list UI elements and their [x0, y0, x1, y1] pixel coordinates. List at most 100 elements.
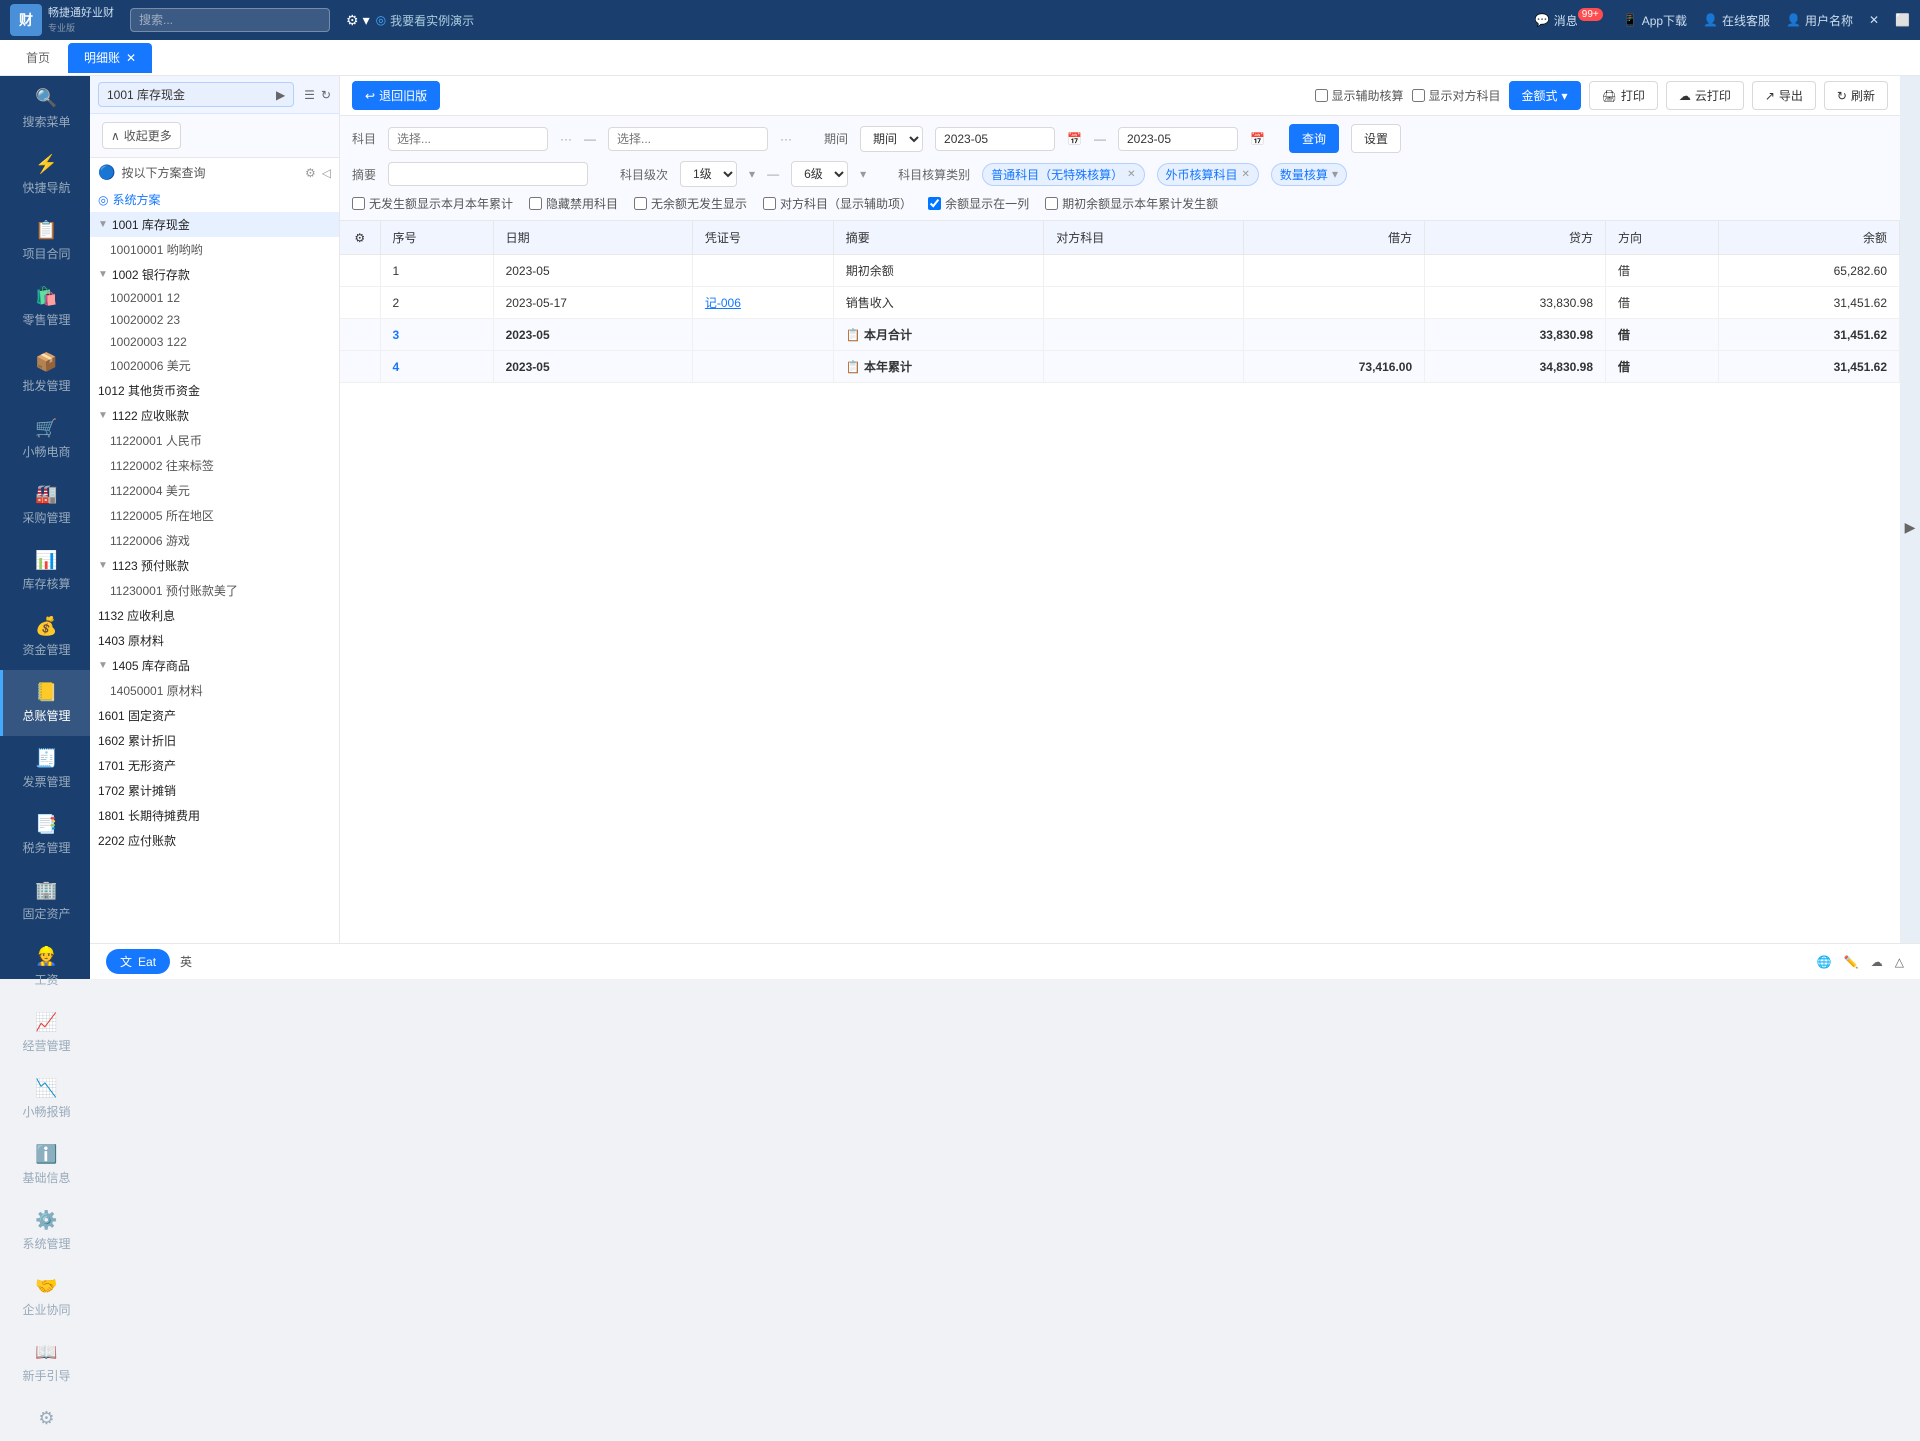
calc-tag-1-close[interactable]: ✕	[1127, 169, 1135, 180]
tree-item-1132[interactable]: 1132 应收利息	[90, 603, 339, 628]
tree-item-1602[interactable]: 1602 累计折旧	[90, 728, 339, 753]
period-start-input[interactable]: 2023-05	[935, 127, 1055, 151]
cloud-print-button[interactable]: ☁ 云打印	[1666, 81, 1744, 110]
period-calendar-2[interactable]: 📅	[1250, 132, 1265, 146]
tree-item-10020002[interactable]: 10020002 23	[90, 309, 339, 331]
tree-item-11220006[interactable]: 11220006 游戏	[90, 528, 339, 553]
bottom-edit-icon[interactable]: ✏️	[1844, 955, 1859, 969]
sidebar-item-wholesale[interactable]: 📦 批发管理	[0, 340, 90, 406]
user-avatar[interactable]: 👤 用户名称	[1786, 12, 1853, 29]
tree-icon-refresh[interactable]: ↻	[321, 88, 331, 102]
tree-item-1012[interactable]: 1012 其他货币资金	[90, 378, 339, 403]
voucher-link-2[interactable]: 记-006	[705, 296, 741, 310]
tree-item-1123[interactable]: ▼ 1123 预付账款	[90, 553, 339, 578]
tree-item-14050001[interactable]: 14050001 原材料	[90, 678, 339, 703]
bottom-btn-active[interactable]: 文 Eat	[106, 949, 170, 974]
close-button[interactable]: ✕	[1869, 13, 1879, 27]
calc-tag-3[interactable]: 数量核算 ▾	[1271, 163, 1347, 186]
sidebar-item-system[interactable]: ⚙️ 系统管理	[0, 1198, 90, 1264]
sidebar-item-funds[interactable]: 💰 资金管理	[0, 604, 90, 670]
export-button[interactable]: ↗ 导出	[1752, 81, 1816, 110]
sidebar-item-guide[interactable]: 📖 新手引导	[0, 1330, 90, 1396]
show-opposite-checkbox[interactable]: 显示对方科目	[1412, 87, 1501, 104]
period-type-select[interactable]: 期间	[860, 126, 923, 152]
sidebar-item-ledger[interactable]: 📒 总账管理	[0, 670, 90, 736]
sidebar-item-ecommerce[interactable]: 🛒 小畅电商	[0, 406, 90, 472]
bottom-triangle-icon[interactable]: △	[1895, 955, 1904, 969]
sidebar-item-inventory[interactable]: 📊 库存核算	[0, 538, 90, 604]
checkbox-opposite[interactable]: 对方科目（显示辅助项）	[763, 195, 912, 212]
top-search-input[interactable]	[130, 8, 330, 32]
nav-icon-settings[interactable]: ⚙	[346, 12, 359, 29]
sidebar-item-purchase[interactable]: 🏭 采购管理	[0, 472, 90, 538]
show-helper-input[interactable]	[1315, 89, 1328, 102]
calc-tag-1[interactable]: 普通科目（无特殊核算） ✕	[982, 163, 1144, 186]
period-calendar-1[interactable]: 📅	[1067, 132, 1082, 146]
tree-item-11220004[interactable]: 11220004 美元	[90, 478, 339, 503]
online-service-button[interactable]: 👤 在线客服	[1703, 12, 1770, 29]
sidebar-item-invoice[interactable]: 🧾 发票管理	[0, 736, 90, 802]
tree-item-1701[interactable]: 1701 无形资产	[90, 753, 339, 778]
tree-item-2202[interactable]: 2202 应付账款	[90, 828, 339, 853]
sidebar-item-expense[interactable]: 📉 小畅报销	[0, 1066, 90, 1132]
checkbox-opening-balance-input[interactable]	[1045, 197, 1058, 210]
top-search-box[interactable]	[130, 8, 330, 32]
tree-item-11220001[interactable]: 11220001 人民币	[90, 428, 339, 453]
checkbox-opening-balance[interactable]: 期初余额显示本年累计发生额	[1045, 195, 1218, 212]
cell-voucher-2[interactable]: 记-006	[692, 287, 833, 319]
col-settings[interactable]: ⚙	[340, 221, 380, 255]
tree-item-10020001[interactable]: 10020001 12	[90, 287, 339, 309]
refresh-button[interactable]: ↻ 刷新	[1824, 81, 1888, 110]
account-nav-arrow[interactable]: ▶	[276, 88, 285, 102]
sidebar-item-basic-info[interactable]: ℹ️ 基础信息	[0, 1132, 90, 1198]
message-button[interactable]: 💬 消息 99+	[1535, 12, 1607, 29]
sidebar-item-salary[interactable]: 👷 工资	[0, 934, 90, 1000]
app-download-button[interactable]: 📱 App下载	[1623, 12, 1687, 29]
checkbox-no-amount-input[interactable]	[352, 197, 365, 210]
sidebar-item-tax[interactable]: 📑 税务管理	[0, 802, 90, 868]
tab-ledger-close[interactable]: ✕	[126, 51, 136, 65]
tree-item-1601[interactable]: 1601 固定资产	[90, 703, 339, 728]
checkbox-hide-disabled[interactable]: 隐藏禁用科目	[529, 195, 618, 212]
checkbox-no-balance-input[interactable]	[634, 197, 647, 210]
system-scheme-item[interactable]: ◎ 系统方案	[90, 187, 339, 212]
subject-filter-input-2[interactable]	[608, 127, 768, 151]
tree-item-1001[interactable]: ▼ 1001 库存现金	[90, 212, 339, 237]
sidebar-item-collab[interactable]: 🤝 企业协同	[0, 1264, 90, 1330]
checkbox-no-balance[interactable]: 无余额无发生显示	[634, 195, 747, 212]
sidebar-item-project[interactable]: 📋 项目合同	[0, 208, 90, 274]
tree-item-10020006[interactable]: 10020006 美元	[90, 353, 339, 378]
show-helper-checkbox[interactable]: 显示辅助核算	[1315, 87, 1404, 104]
tree-item-11220005[interactable]: 11220005 所在地区	[90, 503, 339, 528]
calc-tag-2[interactable]: 外币核算科目 ✕	[1157, 163, 1259, 186]
subject-level-start-select[interactable]: 1级 2级 3级	[680, 161, 737, 187]
query-button[interactable]: 查询	[1289, 124, 1339, 153]
tree-item-11230001[interactable]: 11230001 预付账款美了	[90, 578, 339, 603]
tree-item-11220002[interactable]: 11220002 往来标签	[90, 453, 339, 478]
sidebar-item-search[interactable]: 🔍 搜索菜单	[0, 76, 90, 142]
checkbox-balance-column[interactable]: 余额显示在一列	[928, 195, 1029, 212]
tree-item-1122[interactable]: ▼ 1122 应收账款	[90, 403, 339, 428]
sidebar-item-quicknav[interactable]: ⚡ 快捷导航	[0, 142, 90, 208]
collapse-more-btn[interactable]: ∧ 收起更多	[102, 122, 181, 149]
scheme-settings-icon[interactable]: ⚙	[305, 166, 316, 180]
print-button[interactable]: 🖨 打印	[1589, 81, 1658, 110]
tree-item-1801[interactable]: 1801 长期待摊费用	[90, 803, 339, 828]
tab-home[interactable]: 首页	[10, 43, 66, 73]
tree-item-1405[interactable]: ▼ 1405 库存商品	[90, 653, 339, 678]
tree-item-1702[interactable]: 1702 累计摊销	[90, 778, 339, 803]
bottom-cloud-icon[interactable]: ☁	[1871, 955, 1883, 969]
tree-item-1403[interactable]: 1403 原材料	[90, 628, 339, 653]
tree-item-1002[interactable]: ▼ 1002 银行存款	[90, 262, 339, 287]
sidebar-item-settings[interactable]: ⚙	[0, 1396, 90, 1441]
calc-tag-2-close[interactable]: ✕	[1242, 169, 1250, 180]
period-end-input[interactable]: 2023-05	[1118, 127, 1238, 151]
maximize-button[interactable]: ⬜	[1895, 13, 1910, 27]
bottom-globe-icon[interactable]: 🌐	[1817, 955, 1832, 969]
demo-link[interactable]: 我要看实例演示	[376, 12, 475, 29]
sidebar-item-retail[interactable]: 🛍️ 零售管理	[0, 274, 90, 340]
sidebar-item-management[interactable]: 📈 经营管理	[0, 1000, 90, 1066]
checkbox-hide-disabled-input[interactable]	[529, 197, 542, 210]
tree-item-10020003[interactable]: 10020003 122	[90, 331, 339, 353]
summary-filter-input[interactable]	[388, 162, 588, 186]
